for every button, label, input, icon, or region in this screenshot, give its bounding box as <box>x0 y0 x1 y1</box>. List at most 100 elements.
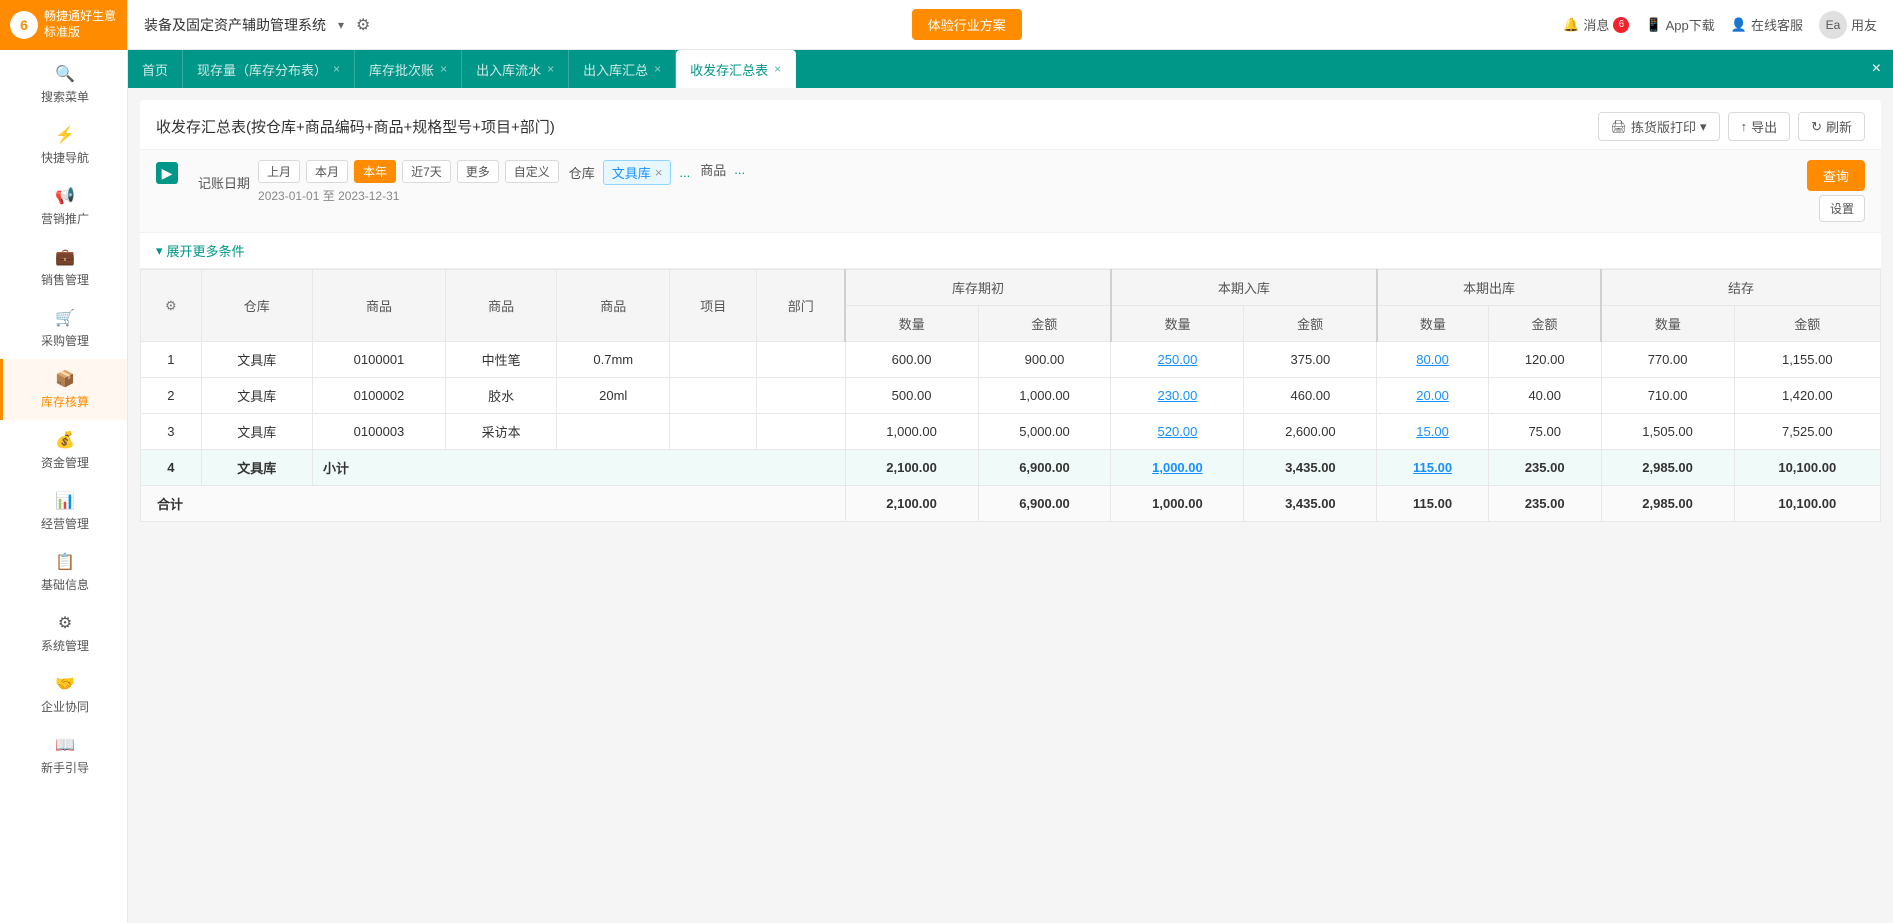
expand-conditions-button[interactable]: ▾ 展开更多条件 <box>156 241 245 260</box>
row-project <box>670 414 757 450</box>
query-button[interactable]: 查询 <box>1807 160 1865 191</box>
row-out-qty[interactable]: 15.00 <box>1377 414 1488 450</box>
tab-close-flow[interactable]: × <box>547 62 554 76</box>
page-card: 收发存汇总表(按仓库+商品编码+商品+规格型号+项目+部门) 🖨 拣货版打印 ▾… <box>140 100 1881 522</box>
subtotal-close-amt: 10,100.00 <box>1734 450 1880 486</box>
row-in-qty[interactable]: 230.00 <box>1111 378 1244 414</box>
refresh-button[interactable]: ↻ 刷新 <box>1798 112 1865 141</box>
filter-collapse-button[interactable]: ▶ <box>156 162 178 184</box>
row-dept <box>757 342 845 378</box>
tab-close-batch[interactable]: × <box>440 62 447 76</box>
row-warehouse: 文具库 <box>201 378 312 414</box>
sidebar-item-5[interactable]: 📦库存核算 <box>0 359 127 420</box>
sidebar-item-8[interactable]: 📋基础信息 <box>0 542 127 603</box>
sidebar-item-11[interactable]: 📖新手引导 <box>0 725 127 786</box>
row-close-amt: 1,155.00 <box>1734 342 1880 378</box>
row-code: 0100002 <box>313 378 446 414</box>
sidebar-item-icon-3: 💼 <box>55 247 75 267</box>
date-btn-this-month[interactable]: 本月 <box>306 160 348 183</box>
row-in-amt: 460.00 <box>1244 378 1377 414</box>
row-in-qty[interactable]: 250.00 <box>1111 342 1244 378</box>
tab-batch[interactable]: 库存批次账 × <box>355 50 462 88</box>
settings-icon[interactable]: ⚙ <box>356 15 370 35</box>
close-all-tabs[interactable]: × <box>1860 60 1893 78</box>
notification-item[interactable]: 🔔 消息 6 <box>1563 15 1629 34</box>
product-filter-group: 商品 ... <box>700 160 745 179</box>
trial-button[interactable]: 体验行业方案 <box>912 9 1022 40</box>
tab-close-collect[interactable]: × <box>774 62 781 76</box>
row-no: 2 <box>141 378 202 414</box>
date-filter-label: 记账日期 <box>198 173 250 192</box>
row-name: 胶水 <box>445 378 556 414</box>
tab-close-summary[interactable]: × <box>654 62 661 76</box>
sidebar-item-6[interactable]: 💰资金管理 <box>0 420 127 481</box>
tab-close-inventory[interactable]: × <box>333 62 340 76</box>
warehouse-filter-group: 仓库 文具库 × ... <box>569 160 690 185</box>
app-download-item[interactable]: 📱 App下载 <box>1645 15 1714 34</box>
sidebar-item-9[interactable]: ⚙系统管理 <box>0 603 127 664</box>
export-button[interactable]: ↑ 导出 <box>1728 112 1791 141</box>
warehouse-tag: 文具库 × <box>603 160 672 185</box>
row-in-qty[interactable]: 520.00 <box>1111 414 1244 450</box>
footer-close-qty: 2,985.00 <box>1601 486 1734 522</box>
row-project <box>670 342 757 378</box>
user-item[interactable]: Ea 用友 <box>1819 11 1877 39</box>
date-btn-this-year[interactable]: 本年 <box>354 160 396 183</box>
date-btn-last-month[interactable]: 上月 <box>258 160 300 183</box>
sidebar-item-icon-8: 📋 <box>55 552 75 572</box>
refresh-icon: ↻ <box>1811 119 1822 135</box>
date-btn-more[interactable]: 更多 <box>457 160 499 183</box>
sidebar-item-4[interactable]: 🛒采购管理 <box>0 298 127 359</box>
notification-badge: 6 <box>1613 17 1629 33</box>
row-out-qty[interactable]: 20.00 <box>1377 378 1488 414</box>
sidebar-item-1[interactable]: ⚡快捷导航 <box>0 115 127 176</box>
sidebar-item-icon-6: 💰 <box>55 430 75 450</box>
page-title: 收发存汇总表(按仓库+商品编码+商品+规格型号+项目+部门) <box>156 116 555 137</box>
row-close-amt: 1,420.00 <box>1734 378 1880 414</box>
sidebar-item-10[interactable]: 🤝企业协同 <box>0 664 127 725</box>
subtotal-label: 小计 <box>313 450 846 486</box>
sidebar-item-2[interactable]: 📢营销推广 <box>0 176 127 237</box>
product-more-button[interactable]: ... <box>734 162 745 177</box>
row-close-qty: 1,505.00 <box>1601 414 1734 450</box>
sidebar-item-icon-0: 🔍 <box>55 64 75 84</box>
tab-flow[interactable]: 出入库流水 × <box>462 50 569 88</box>
tab-inventory[interactable]: 现存量（库存分布表） × <box>183 50 355 88</box>
date-btn-custom[interactable]: 自定义 <box>505 160 559 183</box>
row-code: 0100001 <box>313 342 446 378</box>
close-amt-header: 金额 <box>1734 306 1880 342</box>
filter-groups: 记账日期 上月 本月 本年 近7天 更多 自定义 20 <box>198 160 1787 204</box>
tab-collect-summary[interactable]: 收发存汇总表 × <box>676 50 796 88</box>
expand-icon: ▾ <box>156 243 163 259</box>
tab-home[interactable]: 首页 <box>128 50 183 88</box>
page-content: 收发存汇总表(按仓库+商品编码+商品+规格型号+项目+部门) 🖨 拣货版打印 ▾… <box>128 88 1893 923</box>
settings-column-header[interactable]: ⚙ <box>141 270 202 342</box>
print-button[interactable]: 🖨 拣货版打印 ▾ <box>1598 112 1720 141</box>
table-row: 3 文具库 0100003 采访本 1,000.00 5,000.00 520.… <box>141 414 1881 450</box>
open-qty-header: 数量 <box>845 306 978 342</box>
sidebar-item-icon-5: 📦 <box>55 369 75 389</box>
date-btn-7days[interactable]: 近7天 <box>402 160 451 183</box>
sidebar-item-3[interactable]: 💼销售管理 <box>0 237 127 298</box>
sidebar-item-icon-7: 📊 <box>55 491 75 511</box>
main-content: 装备及固定资产辅助管理系统 ▾ ⚙ 体验行业方案 🔔 消息 6 📱 App下载 … <box>128 0 1893 923</box>
warehouse-more-button[interactable]: ... <box>679 165 690 180</box>
avatar: Ea <box>1819 11 1847 39</box>
opening-group-header: 库存期初 <box>845 270 1111 306</box>
table-settings-icon[interactable]: ⚙ <box>165 298 177 313</box>
sidebar-item-7[interactable]: 📊经营管理 <box>0 481 127 542</box>
subtotal-row: 4 文具库 小计 2,100.00 6,900.00 1,000.00 3,43… <box>141 450 1881 486</box>
sidebar-item-icon-4: 🛒 <box>55 308 75 328</box>
system-dropdown[interactable]: ▾ <box>338 18 344 32</box>
warehouse-tag-close[interactable]: × <box>655 165 663 180</box>
row-close-qty: 710.00 <box>1601 378 1734 414</box>
tab-summary[interactable]: 出入库汇总 × <box>569 50 676 88</box>
row-out-qty[interactable]: 80.00 <box>1377 342 1488 378</box>
system-name: 装备及固定资产辅助管理系统 <box>144 15 326 35</box>
service-icon: 👤 <box>1731 17 1747 33</box>
sidebar-item-0[interactable]: 🔍搜索菜单 <box>0 54 127 115</box>
online-service-item[interactable]: 👤 在线客服 <box>1731 15 1803 34</box>
filter-settings-button[interactable]: 设置 <box>1819 195 1865 222</box>
row-out-amt: 120.00 <box>1488 342 1601 378</box>
sidebar-item-icon-11: 📖 <box>55 735 75 755</box>
